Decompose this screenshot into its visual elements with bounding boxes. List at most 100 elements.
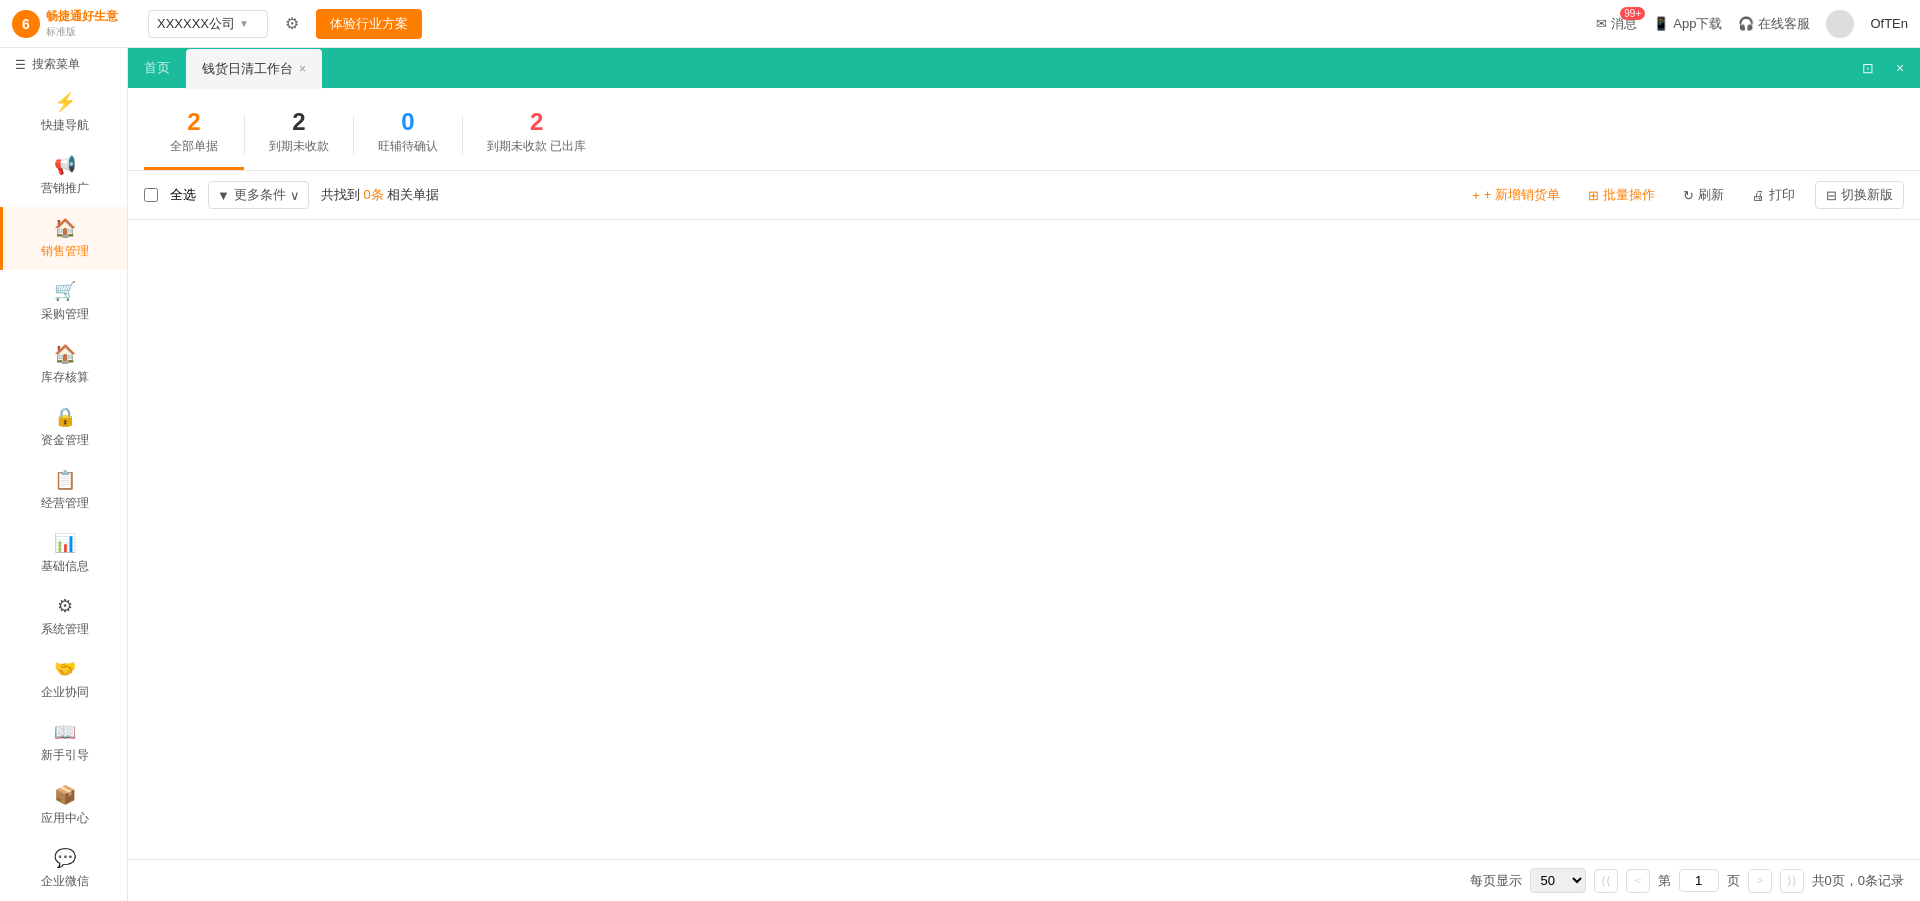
switch-icon: ⊟ (1826, 188, 1837, 203)
marketing-icon: 📢 (54, 154, 76, 176)
cooperation-icon: 🤝 (54, 658, 76, 680)
sidebar-item-sales[interactable]: 🏠 销售管理 (0, 207, 127, 270)
more-filters-label: 更多条件 (234, 186, 286, 204)
avatar[interactable] (1826, 10, 1854, 38)
logo-sub-text: 标准版 (46, 25, 118, 38)
tab-home[interactable]: 首页 (128, 48, 186, 88)
stat-tab-overdue-out[interactable]: 2 到期未收款 已出库 (463, 100, 610, 170)
filter-arrow-icon: ∨ (290, 188, 300, 203)
sidebar: ☰ 搜索菜单 ⚡ 快捷导航 📢 营销推广 🏠 销售管理 🛒 采购管理 🏠 库存核… (0, 48, 128, 901)
app-download-label: App下载 (1673, 15, 1722, 33)
sidebar-purchase-label: 采购管理 (41, 306, 89, 323)
sidebar-item-purchase[interactable]: 🛒 采购管理 (0, 270, 127, 333)
tab-restore-button[interactable]: ⊡ (1856, 56, 1880, 80)
batch-label: 批量操作 (1603, 186, 1655, 204)
online-service-label: 在线客服 (1758, 15, 1810, 33)
select-all-label: 全选 (170, 186, 196, 204)
download-icon: 📱 (1653, 16, 1669, 31)
tab-home-label: 首页 (144, 59, 170, 77)
sidebar-cooperation-label: 企业协同 (41, 684, 89, 701)
sidebar-finance-label: 资金管理 (41, 432, 89, 449)
inventory-icon: 🏠 (54, 343, 76, 365)
sidebar-system-label: 系统管理 (41, 621, 89, 638)
online-service-button[interactable]: 🎧 在线客服 (1738, 15, 1810, 33)
sidebar-item-guide[interactable]: 📖 新手引导 (0, 711, 127, 774)
search-icon: ☰ (15, 58, 26, 72)
trial-button[interactable]: 体验行业方案 (316, 9, 422, 39)
sidebar-item-system[interactable]: ⚙ 系统管理 (0, 585, 127, 648)
message-button[interactable]: ✉ 消息 99+ (1596, 15, 1637, 33)
app-download-button[interactable]: 📱 App下载 (1653, 15, 1722, 33)
switch-label: 切换新版 (1841, 186, 1893, 204)
sidebar-guide-label: 新手引导 (41, 747, 89, 764)
header-left: 6 畅捷通好生意 标准版 XXXXXX公司 ▼ ⚙ 体验行业方案 (12, 8, 422, 40)
logo-area: 6 畅捷通好生意 标准版 (12, 9, 140, 38)
sidebar-app-center-label: 应用中心 (41, 810, 89, 827)
stat-overdue-label: 到期未收款 (269, 138, 329, 155)
sidebar-item-base-info[interactable]: 📊 基础信息 (0, 522, 127, 585)
stat-tab-overdue[interactable]: 2 到期未收款 (245, 100, 353, 170)
tab-close-icon[interactable]: × (299, 62, 306, 76)
sidebar-item-operations[interactable]: 📋 经营管理 (0, 459, 127, 522)
stat-pending-num: 0 (401, 108, 414, 136)
prev-page-button[interactable]: ＜ (1626, 869, 1650, 893)
select-all-checkbox[interactable] (144, 188, 158, 202)
operations-icon: 📋 (54, 469, 76, 491)
tab-workbench-label: 钱货日清工作台 (202, 60, 293, 78)
tab-workbench[interactable]: 钱货日清工作台 × (186, 49, 322, 89)
message-badge: 99+ (1620, 7, 1645, 20)
sidebar-sales-label: 销售管理 (41, 243, 89, 260)
tab-bar: 首页 钱货日清工作台 × ⊡ × (128, 48, 1920, 88)
refresh-button[interactable]: ↻ 刷新 (1675, 182, 1732, 208)
first-page-button[interactable]: ⟨⟨ (1594, 869, 1618, 893)
table-area (128, 220, 1920, 859)
header-right: ✉ 消息 99+ 📱 App下载 🎧 在线客服 OfTEn (1596, 10, 1908, 38)
next-page-button[interactable]: ＞ (1748, 869, 1772, 893)
sidebar-item-app-center[interactable]: 📦 应用中心 (0, 774, 127, 837)
settings-button[interactable]: ⚙ (276, 8, 308, 40)
found-count: 0条 (364, 187, 384, 202)
last-page-button[interactable]: ⟩⟩ (1780, 869, 1804, 893)
stat-overdue-out-num: 2 (530, 108, 543, 136)
stat-all-label: 全部单据 (170, 138, 218, 155)
sidebar-item-wechat[interactable]: 💬 企业微信 (0, 837, 127, 900)
sidebar-inventory-label: 库存核算 (41, 369, 89, 386)
per-page-select[interactable]: 50 100 200 (1530, 868, 1586, 893)
sidebar-item-marketing[interactable]: 📢 营销推广 (0, 144, 127, 207)
sidebar-item-finance[interactable]: 🔒 资金管理 (0, 396, 127, 459)
page-content: 2 全部单据 2 到期未收款 0 旺辅待确认 2 到期未收款 已出库 (128, 88, 1920, 901)
filter-icon: ▼ (217, 188, 230, 203)
print-icon: 🖨 (1752, 188, 1765, 203)
stat-tab-all[interactable]: 2 全部单据 (144, 100, 244, 170)
toolbar-right: + + 新增销货单 ⊞ 批量操作 ↻ 刷新 🖨 打印 (1464, 181, 1904, 209)
guide-icon: 📖 (54, 721, 76, 743)
service-icon: 🎧 (1738, 16, 1754, 31)
sidebar-search-label: 搜索菜单 (32, 56, 80, 73)
batch-icon: ⊞ (1588, 188, 1599, 203)
sidebar-item-inventory[interactable]: 🏠 库存核算 (0, 333, 127, 396)
company-arrow-icon: ▼ (239, 18, 249, 29)
sidebar-base-info-label: 基础信息 (41, 558, 89, 575)
more-filters-button[interactable]: ▼ 更多条件 ∨ (208, 181, 309, 209)
message-icon: ✉ (1596, 16, 1607, 31)
stat-tab-pending[interactable]: 0 旺辅待确认 (354, 100, 462, 170)
page-number-input[interactable] (1679, 869, 1719, 892)
app-center-icon: 📦 (54, 784, 76, 806)
switch-version-button[interactable]: ⊟ 切换新版 (1815, 181, 1904, 209)
tab-minimize-button[interactable]: × (1888, 56, 1912, 80)
gear-icon: ⚙ (285, 14, 299, 33)
stats-tabs: 2 全部单据 2 到期未收款 0 旺辅待确认 2 到期未收款 已出库 (128, 88, 1920, 171)
sidebar-item-cooperation[interactable]: 🤝 企业协同 (0, 648, 127, 711)
print-button[interactable]: 🖨 打印 (1744, 182, 1803, 208)
add-sales-order-button[interactable]: + + 新增销货单 (1464, 182, 1568, 208)
system-icon: ⚙ (57, 595, 73, 617)
finance-icon: 🔒 (54, 406, 76, 428)
sidebar-marketing-label: 营销推广 (41, 180, 89, 197)
sidebar-item-quick-nav[interactable]: ⚡ 快捷导航 (0, 81, 127, 144)
add-icon: + (1472, 188, 1480, 203)
company-selector[interactable]: XXXXXX公司 ▼ (148, 10, 268, 38)
logo-icon: 6 (12, 10, 40, 38)
sidebar-item-search[interactable]: ☰ 搜索菜单 (0, 48, 127, 81)
found-text: 共找到 0条 相关单据 (321, 186, 439, 204)
batch-operation-button[interactable]: ⊞ 批量操作 (1580, 182, 1663, 208)
